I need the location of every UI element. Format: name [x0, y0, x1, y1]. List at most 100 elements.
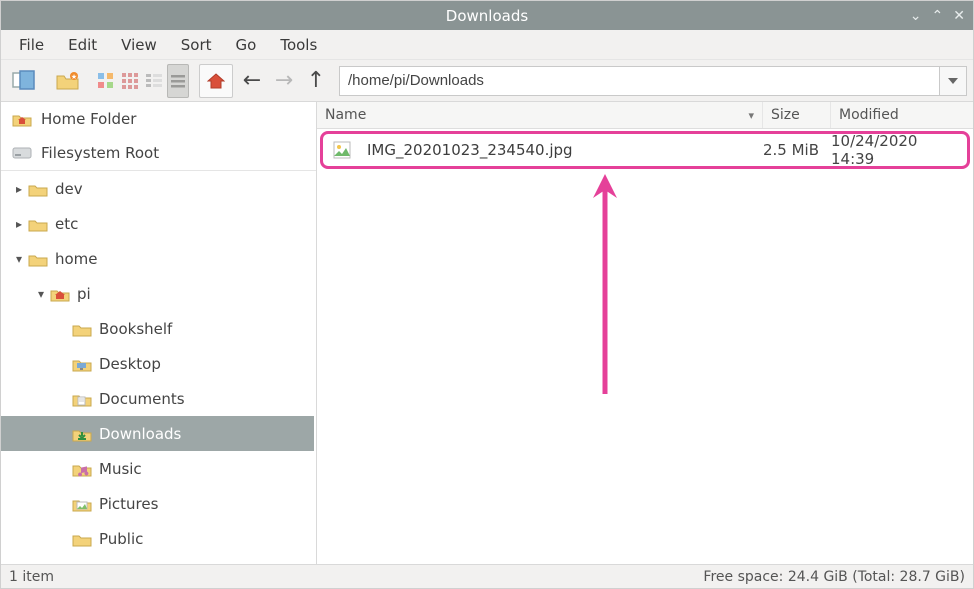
folder-icon: [71, 390, 93, 408]
tree-expander-icon[interactable]: ▾: [33, 287, 49, 301]
tree-item-bookshelf[interactable]: Bookshelf: [1, 311, 314, 346]
tree-item-label: Downloads: [99, 425, 181, 443]
new-tab-icon: [12, 70, 36, 92]
main-body: Home Folder Filesystem Root ▸ dev ▸ etc ▾ hom…: [1, 102, 973, 564]
tree-item-label: Pictures: [99, 495, 158, 513]
nav-back-button[interactable]: ←: [237, 68, 267, 93]
path-bar: [339, 66, 967, 96]
view-thumbnails-icon: [121, 72, 139, 90]
tree-expander-icon[interactable]: ▸: [11, 217, 27, 231]
view-compact-icon: [145, 72, 163, 90]
folder-icon: [27, 215, 49, 233]
folder-icon: [71, 320, 93, 338]
places-home-label: Home Folder: [41, 110, 136, 128]
file-size: 2.5 MiB: [757, 141, 825, 159]
tree-item-label: Desktop: [99, 355, 161, 373]
window-title: Downloads: [446, 7, 528, 25]
tree-item-label: etc: [55, 215, 78, 233]
tree-item-pictures[interactable]: Pictures: [1, 486, 314, 521]
menu-file[interactable]: File: [9, 33, 54, 57]
minimize-button[interactable]: ⌄: [910, 8, 922, 24]
places-root-label: Filesystem Root: [41, 144, 159, 162]
folder-icon: [71, 530, 93, 548]
folder-icon: [27, 250, 49, 268]
file-list[interactable]: IMG_20201023_234540.jpg 2.5 MiB10/24/2020…: [317, 129, 973, 564]
file-view: Name ▾ Size Modified IMG_20201023_234540…: [317, 102, 973, 564]
column-name[interactable]: Name ▾: [317, 102, 763, 128]
folder-icon: [49, 285, 71, 303]
new-tab-button[interactable]: [7, 64, 41, 98]
menubar: File Edit View Sort Go Tools: [1, 30, 973, 60]
tree-item-pi[interactable]: ▾ pi: [1, 276, 314, 311]
path-input[interactable]: [339, 66, 939, 96]
menu-edit[interactable]: Edit: [58, 33, 107, 57]
annotation-highlight: IMG_20201023_234540.jpg 2.5 MiB10/24/2020…: [320, 131, 970, 169]
column-modified[interactable]: Modified: [831, 102, 973, 128]
image-file-icon: [331, 141, 353, 159]
column-size[interactable]: Size: [763, 102, 831, 128]
tree-item-documents[interactable]: Documents: [1, 381, 314, 416]
folder-icon: [71, 460, 93, 478]
status-free-space: Free space: 24.4 GiB (Total: 28.7 GiB): [703, 569, 965, 585]
window-controls: ⌄ ⌃ ✕: [910, 1, 965, 30]
tree-item-label: Bookshelf: [99, 320, 172, 338]
tree-item-label: home: [55, 250, 98, 268]
status-item-count: 1 item: [9, 569, 54, 585]
path-dropdown-button[interactable]: [939, 66, 967, 96]
sort-indicator-icon: ▾: [748, 109, 754, 122]
annotation-arrow: [585, 174, 625, 404]
folder-icon: [71, 425, 93, 443]
status-bar: 1 item Free space: 24.4 GiB (Total: 28.7…: [1, 564, 973, 588]
tree-item-label: pi: [77, 285, 91, 303]
folder-icon: [27, 180, 49, 198]
places-filesystem-root[interactable]: Filesystem Root: [1, 136, 316, 170]
file-manager-window: Downloads ⌄ ⌃ ✕ File Edit View Sort Go T…: [0, 0, 974, 589]
chevron-down-icon: [948, 78, 958, 84]
tree-item-label: Music: [99, 460, 142, 478]
nav-forward-button[interactable]: →: [269, 68, 299, 93]
tree-expander-icon[interactable]: ▸: [11, 182, 27, 196]
tree-item-desktop[interactable]: Desktop: [1, 346, 314, 381]
menu-sort[interactable]: Sort: [171, 33, 222, 57]
maximize-button[interactable]: ⌃: [932, 8, 944, 24]
nav-buttons: ← → ↑: [237, 68, 331, 93]
toolbar: ★: [1, 60, 973, 102]
nav-up-button[interactable]: ↑: [301, 68, 331, 93]
view-icons-button[interactable]: [95, 64, 117, 98]
view-list-button[interactable]: [167, 64, 189, 98]
folder-tree: ▸ dev ▸ etc ▾ home ▾ pi Bookshelf Desktop Document…: [1, 171, 316, 564]
tree-expander-icon[interactable]: ▾: [11, 252, 27, 266]
close-button[interactable]: ✕: [953, 8, 965, 24]
menu-tools[interactable]: Tools: [270, 33, 327, 57]
file-row[interactable]: IMG_20201023_234540.jpg 2.5 MiB10/24/2020…: [323, 134, 967, 166]
titlebar: Downloads ⌄ ⌃ ✕: [1, 1, 973, 30]
tree-item-etc[interactable]: ▸ etc: [1, 206, 314, 241]
file-modified: 10/24/2020 14:39: [825, 132, 967, 168]
home-folder-icon: [11, 111, 33, 127]
view-icons-icon: [97, 72, 115, 90]
column-headers: Name ▾ Size Modified: [317, 102, 973, 129]
tree-item-downloads[interactable]: Downloads: [1, 416, 314, 451]
places-sidebar: Home Folder Filesystem Root ▸ dev ▸ etc ▾ hom…: [1, 102, 317, 564]
drive-icon: [11, 145, 33, 161]
menu-go[interactable]: Go: [226, 33, 267, 57]
folder-icon: [71, 355, 93, 373]
new-folder-icon: ★: [56, 71, 80, 91]
svg-text:★: ★: [71, 73, 77, 81]
home-icon: [207, 73, 225, 89]
tree-item-music[interactable]: Music: [1, 451, 314, 486]
menu-view[interactable]: View: [111, 33, 167, 57]
home-button[interactable]: [199, 64, 233, 98]
view-compact-button[interactable]: [143, 64, 165, 98]
file-name: IMG_20201023_234540.jpg: [367, 141, 573, 159]
tree-item-label: Documents: [99, 390, 185, 408]
tree-item-label: Public: [99, 530, 143, 548]
tree-item-dev[interactable]: ▸ dev: [1, 171, 314, 206]
tree-item-public[interactable]: Public: [1, 521, 314, 556]
view-thumbnails-button[interactable]: [119, 64, 141, 98]
tree-item-home[interactable]: ▾ home: [1, 241, 314, 276]
folder-icon: [71, 495, 93, 513]
tree-item-label: dev: [55, 180, 83, 198]
new-folder-button[interactable]: ★: [51, 64, 85, 98]
places-home-folder[interactable]: Home Folder: [1, 102, 316, 136]
